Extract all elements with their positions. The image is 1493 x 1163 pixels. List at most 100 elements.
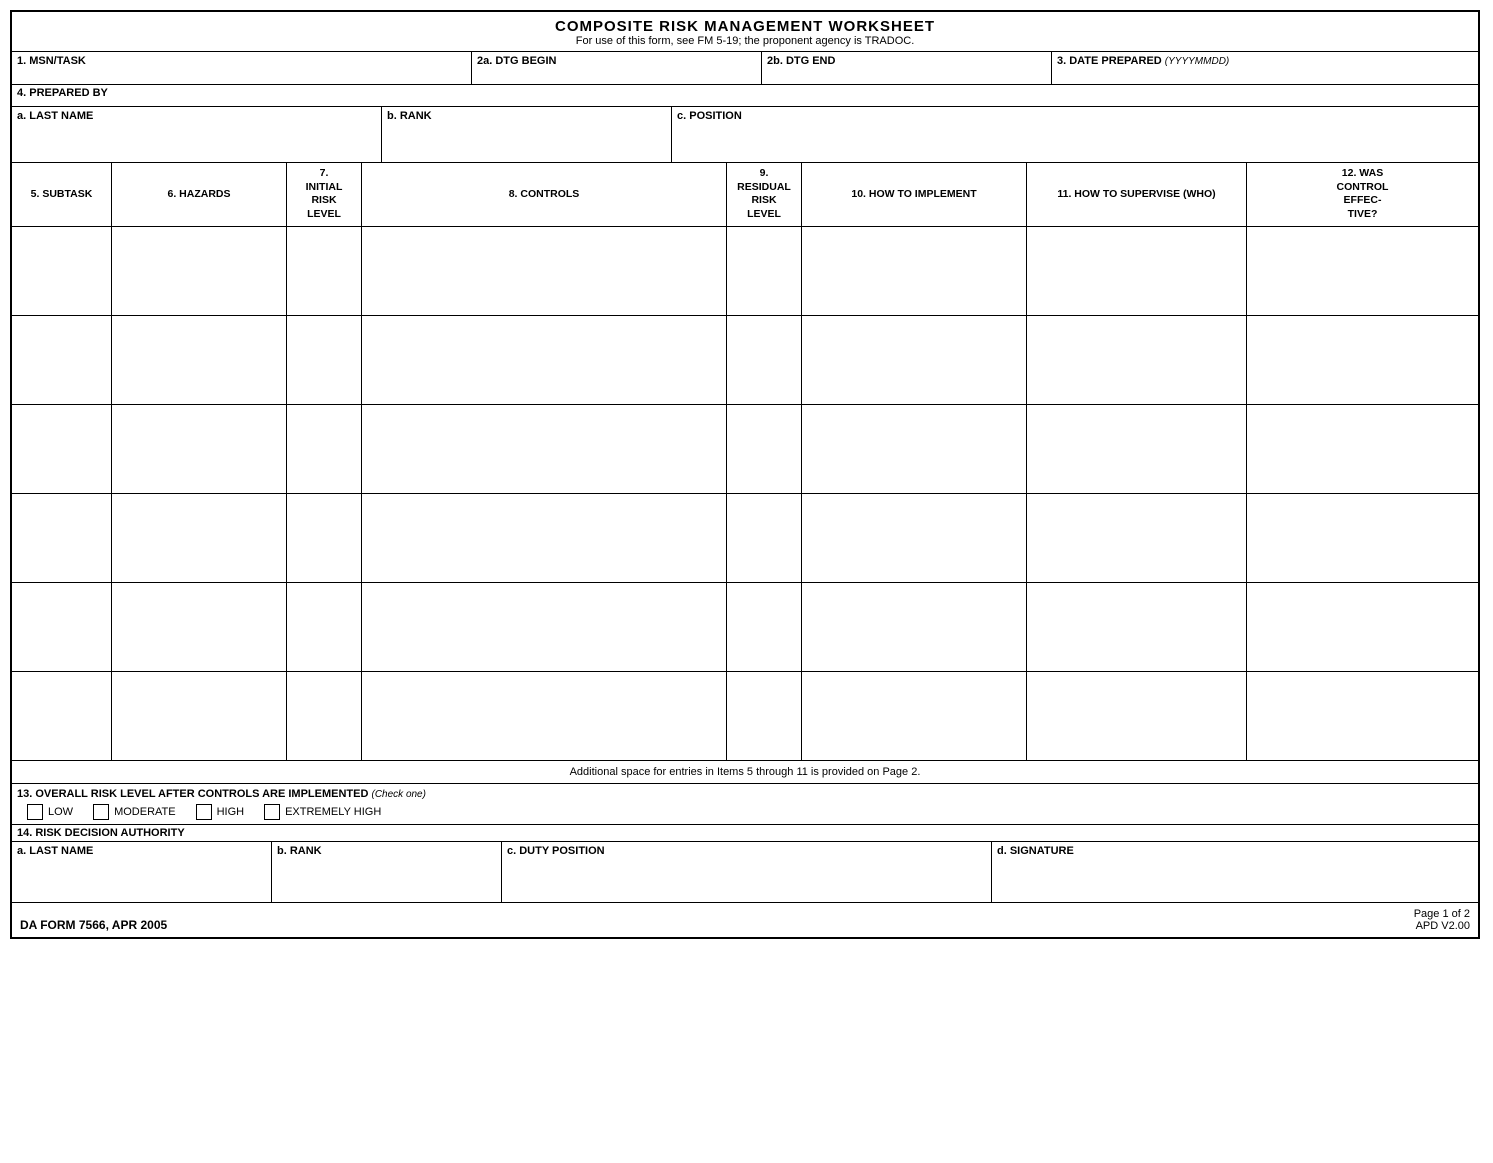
- cell-hazards[interactable]: [112, 316, 287, 404]
- moderate-label: MODERATE: [114, 806, 176, 818]
- additional-note: Additional space for entries in Items 5 …: [12, 761, 1478, 784]
- table-row: [12, 494, 1478, 583]
- cell-was[interactable]: [1247, 227, 1478, 315]
- cell-implement[interactable]: [802, 494, 1027, 582]
- rda-duty-label: c. DUTY POSITION: [507, 845, 605, 857]
- rda-ln-label: a. LAST NAME: [17, 845, 93, 857]
- pos-label: c. POSITION: [677, 110, 742, 122]
- table-row: [12, 316, 1478, 405]
- cell-was[interactable]: [1247, 583, 1478, 671]
- cell-implement[interactable]: [802, 583, 1027, 671]
- cell-residual[interactable]: [727, 672, 802, 760]
- checkbox-moderate[interactable]: [93, 804, 109, 820]
- row-msn: 1. MSN/TASK 2a. DTG BEGIN 2b. DTG END 3.…: [12, 52, 1478, 85]
- risk-option-moderate[interactable]: MODERATE: [93, 804, 176, 820]
- cell-hazards[interactable]: [112, 405, 287, 493]
- rda-last-name-cell: a. LAST NAME: [12, 842, 272, 902]
- cell-subtask[interactable]: [12, 494, 112, 582]
- cell-supervise[interactable]: [1027, 316, 1247, 404]
- checkbox-high[interactable]: [196, 804, 212, 820]
- prepared-by-label: 4. PREPARED BY: [17, 87, 108, 99]
- cell-hazards[interactable]: [112, 583, 287, 671]
- cell-subtask[interactable]: [12, 316, 112, 404]
- cell-controls[interactable]: [362, 672, 727, 760]
- footer: DA FORM 7566, APR 2005 Page 1 of 2 APD V…: [12, 903, 1478, 937]
- rda-rank-label: b. RANK: [277, 845, 322, 857]
- cell-controls[interactable]: [362, 494, 727, 582]
- th-subtask: 5. SUBTASK: [12, 163, 112, 226]
- checkbox-low[interactable]: [27, 804, 43, 820]
- th-hazards: 6. HAZARDS: [112, 163, 287, 226]
- cell-controls[interactable]: [362, 227, 727, 315]
- cell-implement[interactable]: [802, 405, 1027, 493]
- msn-label: 1. MSN/TASK: [17, 55, 86, 67]
- cell-subtask[interactable]: [12, 672, 112, 760]
- ln-label: a. LAST NAME: [17, 110, 93, 122]
- cell-supervise[interactable]: [1027, 405, 1247, 493]
- cell-implement[interactable]: [802, 316, 1027, 404]
- extremely-high-label: EXTREMELY HIGH: [285, 806, 381, 818]
- cell-hazards[interactable]: [112, 672, 287, 760]
- cell-was[interactable]: [1247, 405, 1478, 493]
- cell-residual[interactable]: [727, 227, 802, 315]
- cell-initial[interactable]: [287, 227, 362, 315]
- form-id: DA FORM 7566, APR 2005: [20, 918, 167, 932]
- table-header-row: 5. SUBTASK 6. HAZARDS 7. INITIAL RISK LE…: [12, 163, 1478, 227]
- checkbox-extremely-high[interactable]: [264, 804, 280, 820]
- cell-was[interactable]: [1247, 316, 1478, 404]
- cell-implement[interactable]: [802, 227, 1027, 315]
- th-was: 12. WAS CONTROL EFFEC- TIVE?: [1247, 163, 1478, 226]
- date-prepared-cell: 3. DATE PREPARED (YYYYMMDD): [1052, 52, 1478, 84]
- header: COMPOSITE RISK MANAGEMENT WORKSHEET For …: [12, 12, 1478, 52]
- cell-supervise[interactable]: [1027, 583, 1247, 671]
- cell-residual[interactable]: [727, 494, 802, 582]
- risk-level-title: 13. OVERALL RISK LEVEL AFTER CONTROLS AR…: [17, 788, 1473, 800]
- cell-residual[interactable]: [727, 316, 802, 404]
- cell-was[interactable]: [1247, 494, 1478, 582]
- cell-residual[interactable]: [727, 405, 802, 493]
- cell-supervise[interactable]: [1027, 227, 1247, 315]
- position-cell: c. POSITION: [672, 107, 1478, 162]
- cell-initial[interactable]: [287, 405, 362, 493]
- cell-initial[interactable]: [287, 316, 362, 404]
- worksheet-page: COMPOSITE RISK MANAGEMENT WORKSHEET For …: [10, 10, 1480, 939]
- cell-implement[interactable]: [802, 672, 1027, 760]
- cell-hazards[interactable]: [112, 494, 287, 582]
- cell-was[interactable]: [1247, 672, 1478, 760]
- cell-controls[interactable]: [362, 583, 727, 671]
- high-label: HIGH: [217, 806, 245, 818]
- cell-initial[interactable]: [287, 583, 362, 671]
- table-row: [12, 405, 1478, 494]
- cell-subtask[interactable]: [12, 227, 112, 315]
- table-row: [12, 227, 1478, 316]
- cell-controls[interactable]: [362, 405, 727, 493]
- page-number: Page 1 of 2: [1414, 908, 1470, 920]
- last-name-cell: a. LAST NAME: [12, 107, 382, 162]
- risk-level-section: 13. OVERALL RISK LEVEL AFTER CONTROLS AR…: [12, 784, 1478, 825]
- rda-title: 14. RISK DECISION AUTHORITY: [12, 825, 1478, 842]
- date-label: 3. DATE PREPARED: [1057, 55, 1162, 67]
- risk-option-high[interactable]: HIGH: [196, 804, 245, 820]
- rda-duty-cell: c. DUTY POSITION: [502, 842, 992, 902]
- risk-option-extremely-high[interactable]: EXTREMELY HIGH: [264, 804, 381, 820]
- cell-initial[interactable]: [287, 494, 362, 582]
- th-implement: 10. HOW TO IMPLEMENT: [802, 163, 1027, 226]
- risk-option-low[interactable]: LOW: [27, 804, 73, 820]
- version: APD V2.00: [1414, 920, 1470, 932]
- table-row: [12, 672, 1478, 761]
- msn-task-cell: 1. MSN/TASK: [12, 52, 472, 84]
- th-initial: 7. INITIAL RISK LEVEL: [287, 163, 362, 226]
- risk-checkboxes: LOW MODERATE HIGH EXTREMELY HIGH: [17, 804, 1473, 820]
- cell-hazards[interactable]: [112, 227, 287, 315]
- cell-subtask[interactable]: [12, 405, 112, 493]
- rda-signature-cell: d. SIGNATURE: [992, 842, 1478, 902]
- cell-residual[interactable]: [727, 583, 802, 671]
- cell-subtask[interactable]: [12, 583, 112, 671]
- cell-initial[interactable]: [287, 672, 362, 760]
- rank-label: b. RANK: [387, 110, 432, 122]
- cell-supervise[interactable]: [1027, 672, 1247, 760]
- cell-supervise[interactable]: [1027, 494, 1247, 582]
- rda-rank-cell: b. RANK: [272, 842, 502, 902]
- cell-controls[interactable]: [362, 316, 727, 404]
- prepared-by-row: 4. PREPARED BY: [12, 85, 1478, 107]
